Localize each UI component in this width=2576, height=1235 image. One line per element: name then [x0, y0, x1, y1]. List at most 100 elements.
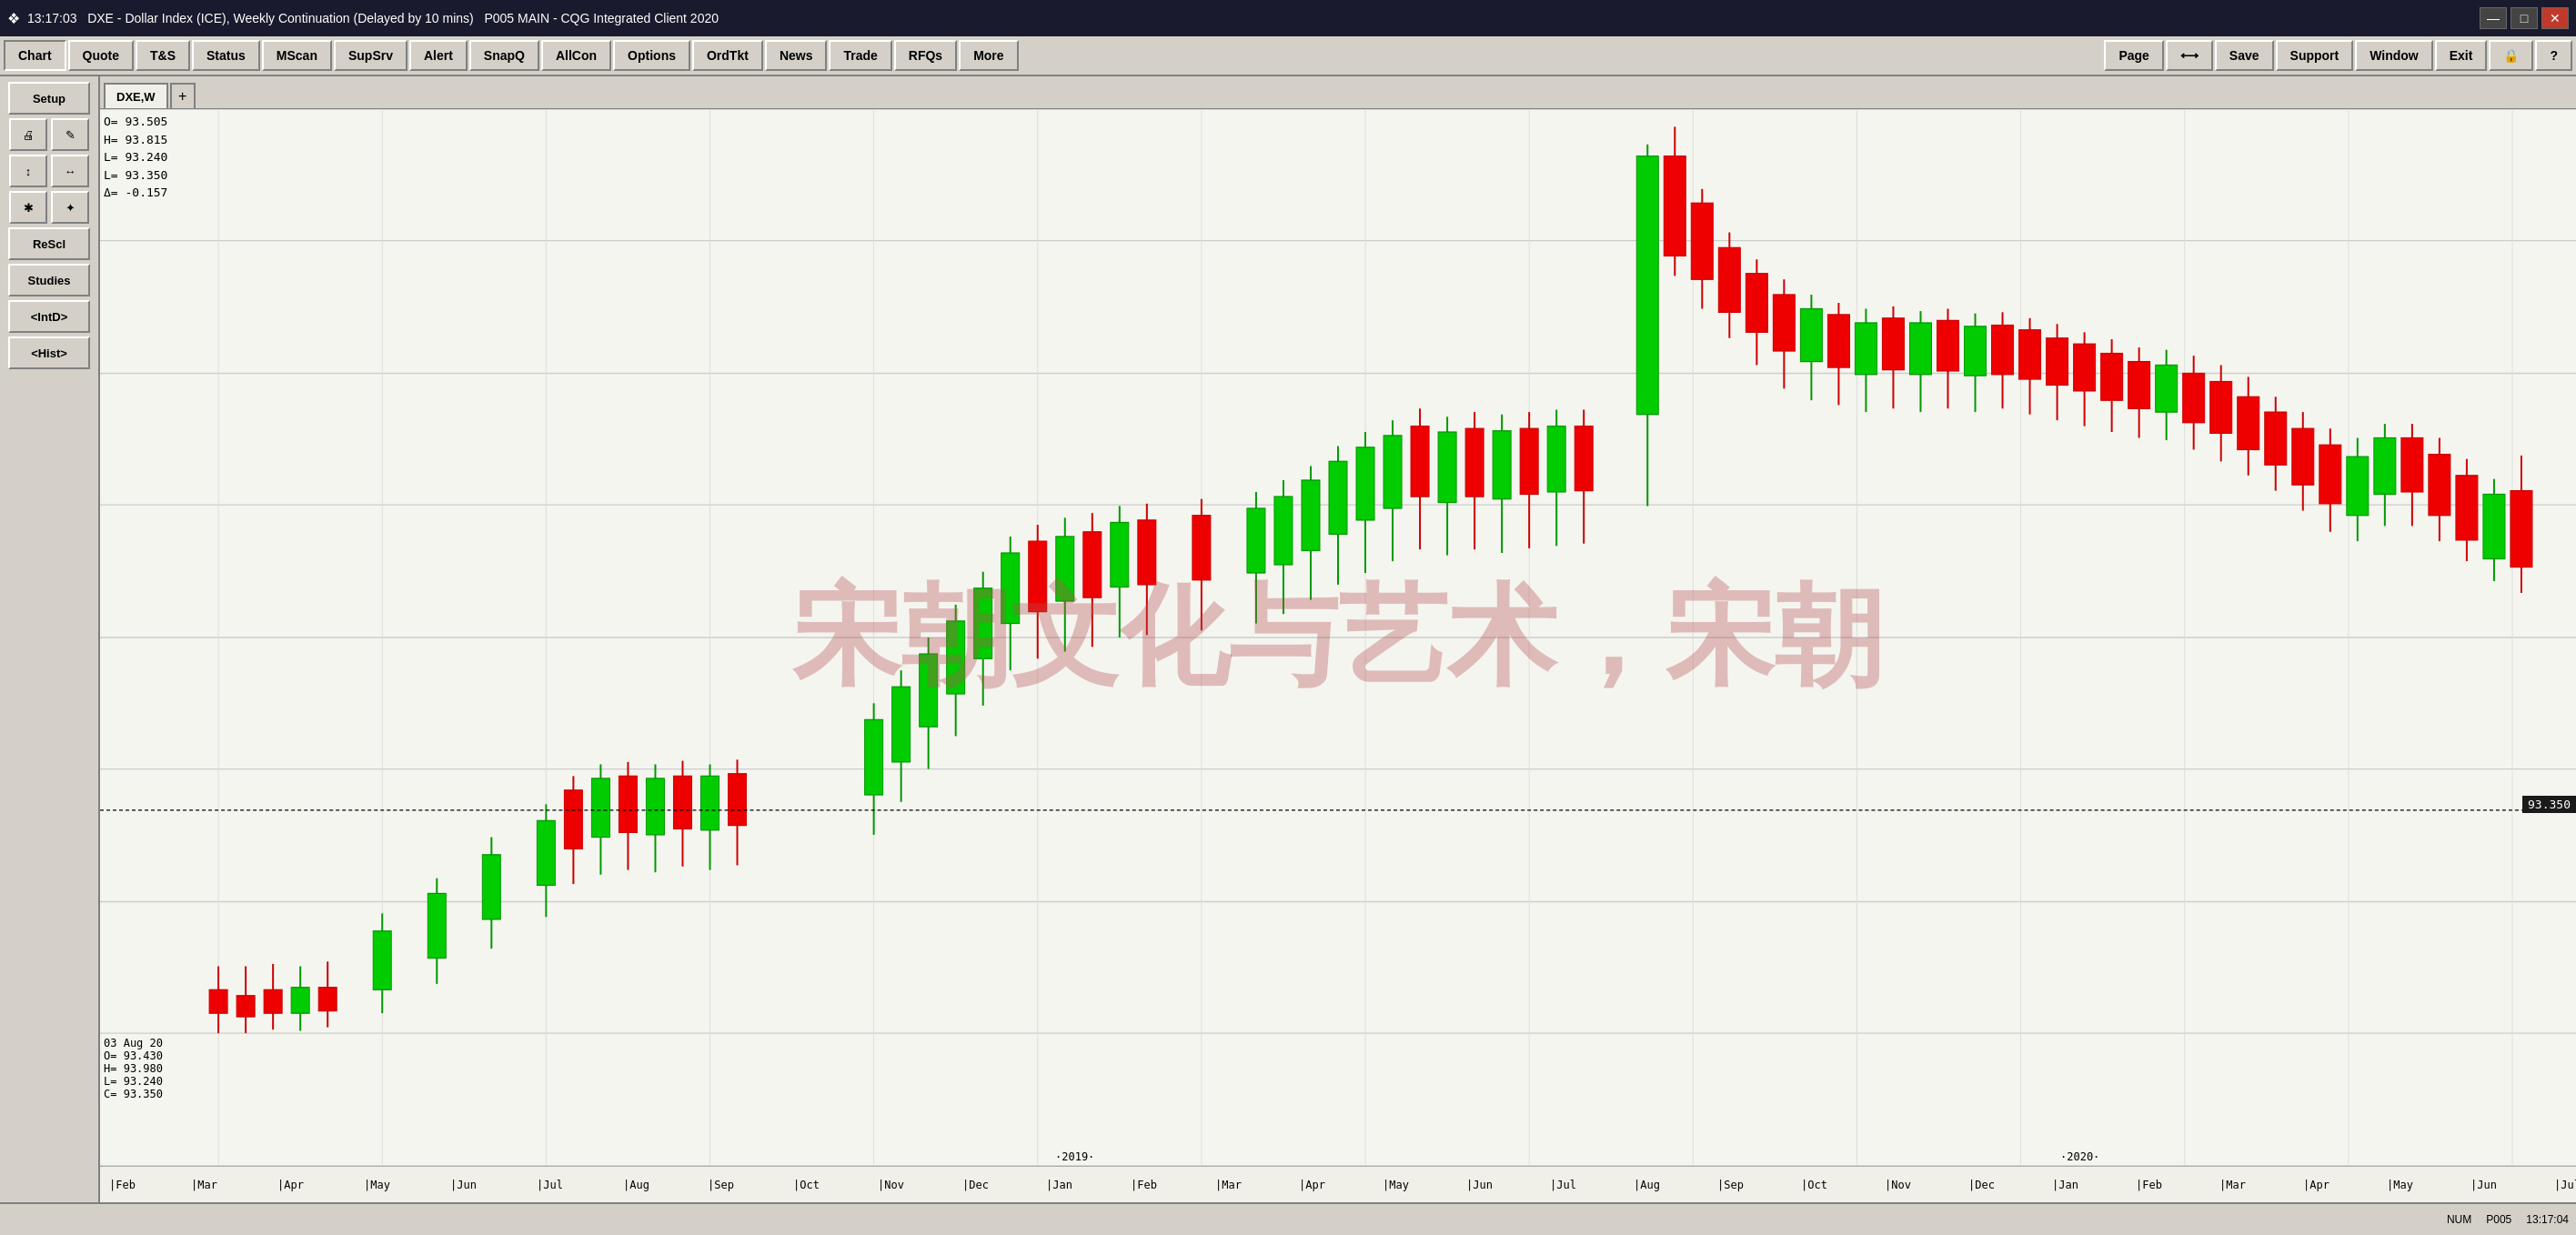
hscale-button[interactable]: ↔ — [51, 155, 89, 187]
sidebar: Setup 🖨 ✎ ↕ ↔ ✱ ✦ ReScl Studies <IntD> <… — [0, 76, 100, 1202]
print-button[interactable]: 🖨 — [9, 118, 47, 151]
svg-rect-88 — [1192, 516, 1211, 580]
support-button[interactable]: Support — [2276, 40, 2354, 71]
exit-button[interactable]: Exit — [2435, 40, 2488, 71]
ohlc-lower-high: H= 93.980 — [104, 1062, 163, 1075]
menu-news[interactable]: News — [765, 40, 828, 71]
star-button[interactable]: ✱ — [9, 191, 47, 224]
menu-chart[interactable]: Chart — [4, 40, 66, 71]
svg-rect-104 — [1438, 432, 1456, 502]
ohlc-lower-date: 03 Aug 20 — [104, 1037, 163, 1049]
menu-ts[interactable]: T&S — [136, 40, 190, 71]
menu-status[interactable]: Status — [192, 40, 260, 71]
svg-rect-154 — [2156, 365, 2178, 412]
svg-rect-102 — [1411, 427, 1429, 497]
maximize-button[interactable]: □ — [2511, 7, 2538, 29]
svg-rect-78 — [1029, 541, 1047, 611]
ohlc-delta: Δ= -0.157 — [104, 184, 167, 202]
save-button[interactable]: Save — [2215, 40, 2274, 71]
menu-snapq[interactable]: SnapQ — [469, 40, 539, 71]
svg-rect-74 — [974, 588, 992, 658]
help-button[interactable]: ? — [2535, 40, 2572, 71]
xaxis-aug2: |Aug — [1634, 1179, 1660, 1191]
svg-rect-40 — [291, 988, 309, 1013]
svg-rect-46 — [428, 893, 446, 958]
title-bar: ❖ 13:17:03 DXE - Dollar Index (ICE), Wee… — [0, 0, 2576, 36]
window-controls[interactable]: — □ ✕ — [2480, 7, 2569, 29]
xaxis-oct1: |Oct — [793, 1179, 820, 1191]
menu-allcon[interactable]: AllCon — [541, 40, 611, 71]
svg-rect-42 — [318, 988, 337, 1011]
intd-button[interactable]: <IntD> — [8, 300, 90, 333]
ohlc-low2: L= 93.350 — [104, 166, 167, 185]
xaxis-aug1: |Aug — [623, 1179, 649, 1191]
vscale-button[interactable]: ↕ — [9, 155, 47, 187]
svg-rect-174 — [2429, 455, 2450, 516]
xaxis-nov2: |Nov — [1885, 1179, 1911, 1191]
edit-button[interactable]: ✎ — [51, 118, 89, 151]
menu-more[interactable]: More — [959, 40, 1018, 71]
svg-rect-136 — [1909, 323, 1931, 375]
svg-rect-138 — [1937, 320, 1958, 371]
svg-rect-100 — [1384, 436, 1402, 508]
chart-area[interactable]: 宋朝文化与艺术，宋朝 — [100, 109, 2576, 1166]
svg-rect-156 — [2183, 374, 2205, 423]
svg-rect-152 — [2128, 362, 2150, 409]
xaxis-feb3: |Feb — [2136, 1179, 2162, 1191]
menu-ordtkt[interactable]: OrdTkt — [692, 40, 763, 71]
svg-rect-56 — [619, 776, 637, 832]
minimize-button[interactable]: — — [2480, 7, 2507, 29]
svg-rect-44 — [373, 931, 391, 990]
svg-rect-68 — [892, 687, 911, 762]
window-button[interactable]: Window — [2355, 40, 2433, 71]
menu-supsrv[interactable]: SupSrv — [334, 40, 408, 71]
chart-container[interactable]: DXE,W + O= 93.505 H= 93.815 L= 93.240 L=… — [100, 76, 2576, 1202]
xaxis-jun2: |Jun — [1466, 1179, 1493, 1191]
svg-rect-64 — [729, 774, 747, 826]
title-time: 13:17:03 — [27, 11, 77, 25]
xaxis-mar1: |Mar — [191, 1179, 217, 1191]
svg-rect-116 — [1636, 156, 1658, 415]
svg-rect-34 — [209, 989, 227, 1013]
svg-rect-142 — [1992, 326, 2014, 375]
right-status-info: NUM P005 13:17:04 — [2447, 1213, 2569, 1226]
svg-rect-150 — [2101, 354, 2123, 401]
rescl-button[interactable]: ReScl — [8, 227, 90, 260]
svg-rect-144 — [2019, 330, 2041, 379]
setup-button[interactable]: Setup — [8, 82, 90, 115]
arrows-button[interactable]: ⟷ — [2166, 40, 2213, 71]
menu-options[interactable]: Options — [613, 40, 690, 71]
xaxis-oct2: |Oct — [1801, 1179, 1827, 1191]
close-button[interactable]: ✕ — [2541, 7, 2569, 29]
menu-quote[interactable]: Quote — [68, 40, 134, 71]
xaxis-labels: |Feb |Mar |Apr |May |Jun |Jul |Aug |Sep … — [100, 1166, 2576, 1202]
lock-button[interactable]: 🔒 — [2489, 40, 2533, 71]
tab-bar: DXE,W + — [100, 76, 2576, 109]
svg-rect-178 — [2483, 494, 2505, 558]
page-button[interactable]: Page — [2104, 40, 2163, 71]
bottom-bar: NUM P005 13:17:04 — [0, 1202, 2576, 1235]
menu-alert[interactable]: Alert — [409, 40, 468, 71]
menu-rfqs[interactable]: RFQs — [894, 40, 957, 71]
svg-rect-84 — [1111, 522, 1129, 587]
menu-mscan[interactable]: MScan — [262, 40, 332, 71]
menu-trade[interactable]: Trade — [829, 40, 891, 71]
svg-rect-48 — [482, 855, 500, 919]
xaxis-jan2: |Jan — [1046, 1179, 1072, 1191]
title-page: P005 MAIN - CQG Integrated Client 2020 — [484, 11, 719, 25]
svg-rect-122 — [1718, 247, 1740, 312]
svg-rect-70 — [920, 654, 938, 727]
svg-rect-114 — [1575, 427, 1593, 491]
svg-rect-52 — [564, 790, 582, 849]
main-layout: Setup 🖨 ✎ ↕ ↔ ✱ ✦ ReScl Studies <IntD> <… — [0, 76, 2576, 1202]
sparkle-button[interactable]: ✦ — [51, 191, 89, 224]
hist-button[interactable]: <Hist> — [8, 336, 90, 369]
add-tab-button[interactable]: + — [170, 83, 196, 108]
xaxis-jul2: |Jul — [1550, 1179, 1576, 1191]
studies-button[interactable]: Studies — [8, 264, 90, 296]
chart-tab-dxew[interactable]: DXE,W — [104, 83, 168, 108]
svg-rect-50 — [537, 820, 555, 885]
svg-rect-108 — [1493, 431, 1511, 499]
svg-rect-36 — [236, 996, 255, 1017]
xaxis-apr2: |Apr — [1299, 1179, 1325, 1191]
